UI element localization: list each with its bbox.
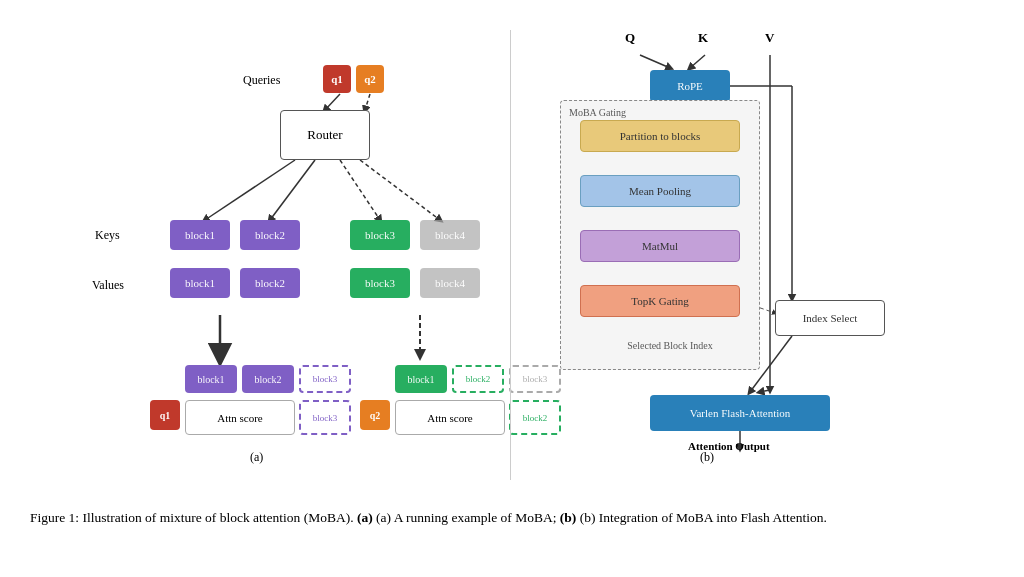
moba-gating-label: MoBA Gating: [569, 107, 626, 118]
key-block4: block4: [420, 220, 480, 250]
q-label: Q: [625, 30, 635, 46]
caption-b: (b): [700, 450, 714, 465]
bottom-right-block1: block1: [395, 365, 447, 393]
router-box: Router: [280, 110, 370, 160]
key-block3: block3: [350, 220, 410, 250]
val-block3: block3: [350, 268, 410, 298]
svg-line-1: [365, 94, 370, 110]
figure-caption: Figure 1: Illustration of mixture of blo…: [20, 508, 1004, 528]
bottom-left-block3b: block3: [299, 400, 351, 435]
page: Queries Keys Values q1 q2 Router block1 …: [0, 0, 1024, 577]
label-keys: Keys: [95, 228, 120, 243]
bottom-left-block2: block2: [242, 365, 294, 393]
mean-pooling-box: Mean Pooling: [580, 175, 740, 207]
figure-caption-a-label: (a): [357, 510, 373, 525]
label-queries: Queries: [243, 73, 280, 88]
figure-caption-a: (a) A running example of MoBA;: [376, 510, 556, 525]
bottom-right-block2: block2: [452, 365, 504, 393]
svg-line-5: [360, 160, 440, 220]
varlen-box: Varlen Flash-Attention: [650, 395, 830, 431]
matmul-box: MatMul: [580, 230, 740, 262]
panel-b: Q K V RoPE MoBA Gating Partition to bloc…: [550, 10, 1004, 500]
bottom-left-block1: block1: [185, 365, 237, 393]
v-label: V: [765, 30, 774, 46]
figure-container: Queries Keys Values q1 q2 Router block1 …: [20, 10, 1004, 500]
svg-line-0: [325, 94, 340, 110]
query-token-q1: q1: [323, 65, 351, 93]
rope-box: RoPE: [650, 70, 730, 102]
query-token-q2: q2: [356, 65, 384, 93]
val-block4: block4: [420, 268, 480, 298]
bottom-right-attn: Attn score: [395, 400, 505, 435]
figure-caption-b: (b) Integration of MoBA into Flash Atten…: [580, 510, 827, 525]
bottom-q2: q2: [360, 400, 390, 430]
val-block2: block2: [240, 268, 300, 298]
panel-a: Queries Keys Values q1 q2 Router block1 …: [20, 10, 540, 500]
index-select-box: Index Select: [775, 300, 885, 336]
val-block1: block1: [170, 268, 230, 298]
bottom-left-block3: block3: [299, 365, 351, 393]
topk-box: TopK Gating: [580, 285, 740, 317]
label-values: Values: [92, 278, 124, 293]
figure-caption-text: Figure 1: Illustration of mixture of blo…: [30, 510, 354, 525]
bottom-right-group: q2 block1 block2 block3 Attn score block…: [360, 360, 580, 470]
svg-line-8: [640, 55, 670, 68]
selected-block-label: Selected Block Index: [590, 340, 750, 351]
bottom-q1: q1: [150, 400, 180, 430]
key-block1: block1: [170, 220, 230, 250]
key-block2: block2: [240, 220, 300, 250]
panel-divider: [510, 30, 511, 480]
figure-caption-b-label: (b): [560, 510, 577, 525]
svg-line-9: [690, 55, 705, 68]
partition-box: Partition to blocks: [580, 120, 740, 152]
svg-line-4: [340, 160, 380, 220]
svg-line-3: [270, 160, 315, 220]
svg-line-19: [760, 390, 770, 392]
k-label: K: [698, 30, 708, 46]
bottom-left-attn: Attn score: [185, 400, 295, 435]
svg-line-2: [205, 160, 295, 220]
caption-a: (a): [250, 450, 263, 465]
